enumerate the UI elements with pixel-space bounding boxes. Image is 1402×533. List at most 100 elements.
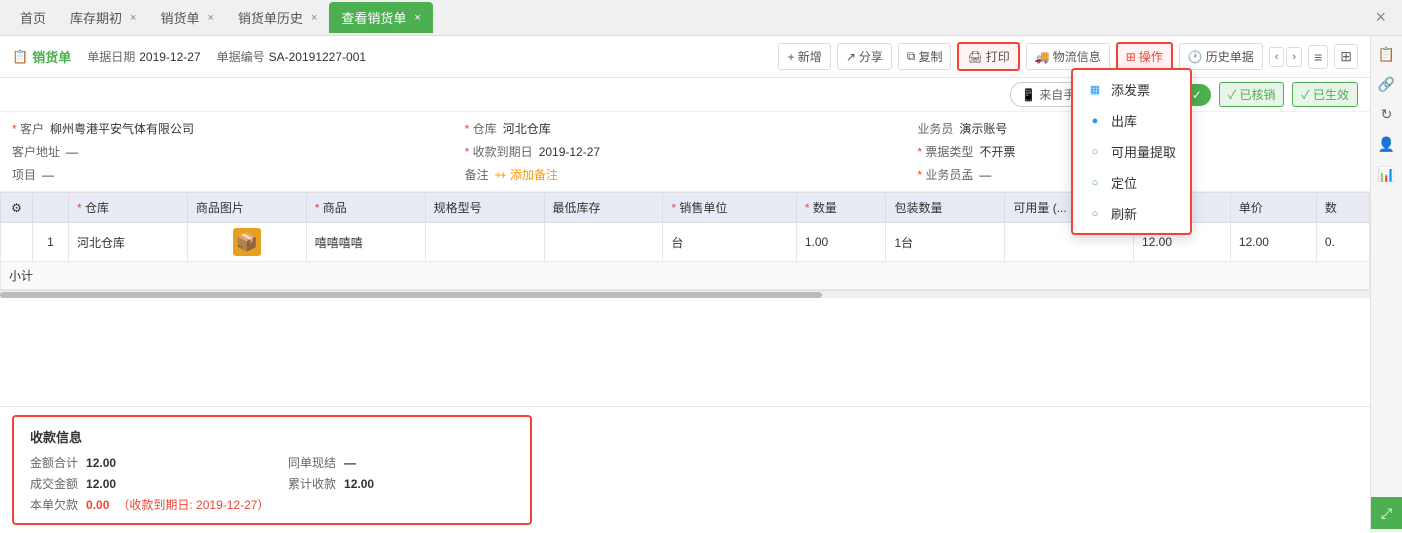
- project-label: 项目: [12, 166, 36, 183]
- close-view-sales[interactable]: ×: [414, 12, 420, 24]
- operations-dropdown: ▦ 添发票 ● 出库 ○ 可用量提取 ○ 定位 ○ 刷新: [1071, 68, 1192, 235]
- new-button[interactable]: + 新增: [778, 43, 830, 70]
- sold-button[interactable]: ✓ 已核销: [1219, 82, 1285, 107]
- row-product-cell: 嘻嘻嘻嘻: [306, 223, 425, 262]
- staff-label: 业务员: [917, 120, 953, 137]
- tab-stock-init[interactable]: 库存期初 ×: [58, 2, 148, 33]
- scroll-thumb[interactable]: [0, 292, 822, 298]
- outbound-item[interactable]: ● 出库: [1073, 105, 1190, 136]
- view-grid-button[interactable]: ⊞: [1334, 44, 1358, 69]
- row-settings-cell: [1, 223, 33, 262]
- arrears-row: 本单欠款 0.00 （收款到期日: 2019-12-27）: [30, 496, 514, 513]
- col-unit-price: 单价: [1230, 193, 1316, 223]
- address-label: 客户地址: [12, 143, 60, 160]
- customer-label: 客户: [12, 120, 44, 137]
- effective-button[interactable]: ✓ 已生效: [1292, 82, 1358, 107]
- tab-sales-history[interactable]: 销货单历史 ×: [226, 2, 329, 33]
- row-warehouse-cell: 河北仓库: [69, 223, 188, 262]
- print-button[interactable]: 🖨 打印: [957, 42, 1019, 71]
- right-sidebar: 📋 🔗 ↻ 👤 📊 ⤢: [1370, 36, 1402, 533]
- sidebar-expand-icon[interactable]: ⤢: [1371, 497, 1402, 529]
- add-invoice-icon: ▦: [1087, 82, 1103, 98]
- row-min-stock-cell: [544, 223, 663, 262]
- col-amount: 数: [1316, 193, 1369, 223]
- share-button[interactable]: ↗ 分享: [837, 43, 892, 70]
- window-close-button[interactable]: ×: [1367, 3, 1394, 32]
- doc-actions: + 新增 ↗ 分享 ⧉ 复制 🖨 打印 🚚 物流信息: [778, 42, 1358, 71]
- col-product: * 商品: [306, 193, 425, 223]
- logistics-button[interactable]: 🚚 物流信息: [1026, 43, 1110, 70]
- sidebar-refresh-icon[interactable]: ↻: [1373, 100, 1401, 128]
- history-button[interactable]: 🕐 历史单据: [1179, 43, 1263, 70]
- warehouse-field: 仓库 河北仓库: [465, 120, 906, 137]
- operations-button[interactable]: ⊞ 操作: [1116, 42, 1173, 71]
- payment-grid: 金额合计 12.00 同单现结 — 成交金额 12.00 累计收款 12.00: [30, 454, 514, 513]
- tab-bar: 首页 库存期初 × 销货单 × 销货单历史 × 查看销货单 × ×: [0, 0, 1402, 36]
- truck-icon: 🚚: [1035, 50, 1050, 64]
- row-img-cell: 📦: [187, 223, 306, 262]
- history-icon: 🕐: [1188, 50, 1203, 64]
- tab-sales-order[interactable]: 销货单 ×: [148, 2, 225, 33]
- payment-date-value: 2019-12-27: [539, 145, 600, 159]
- row-amount-cell: 0.: [1316, 223, 1369, 262]
- payment-date-field: 收款到期日 2019-12-27: [465, 143, 906, 160]
- horizontal-scrollbar[interactable]: [0, 290, 1370, 298]
- locate-item[interactable]: ○ 定位: [1073, 167, 1190, 198]
- customer-field: 客户 柳州粤港平安气体有限公司: [12, 120, 453, 137]
- available-qty-icon: ○: [1087, 144, 1103, 160]
- sidebar-user-icon[interactable]: 👤: [1373, 130, 1401, 158]
- locate-icon: ○: [1087, 175, 1103, 191]
- cumulative-row: 累计收款 12.00: [288, 475, 514, 492]
- sidebar-doc-icon[interactable]: 📋: [1373, 40, 1401, 68]
- col-product-img: 商品图片: [187, 193, 306, 223]
- tab-view-sales[interactable]: 查看销货单 ×: [329, 2, 432, 33]
- address-field: 客户地址 —: [12, 143, 453, 160]
- view-list-button[interactable]: ≡: [1308, 45, 1328, 69]
- customer-value: 柳州粤港平安气体有限公司: [50, 120, 194, 137]
- add-notes-button[interactable]: + + 添加备注: [495, 166, 558, 183]
- row-seq-cell: 1: [33, 223, 69, 262]
- nav-arrows: ‹ ›: [1269, 47, 1302, 67]
- transaction-row: 成交金额 12.00: [30, 475, 256, 492]
- add-invoice-item[interactable]: ▦ 添发票: [1073, 74, 1190, 105]
- row-unit-cell: 台: [663, 223, 797, 262]
- tab-home[interactable]: 首页: [8, 2, 58, 33]
- col-settings[interactable]: ⚙: [1, 193, 33, 223]
- next-button[interactable]: ›: [1286, 47, 1302, 67]
- close-stock-init[interactable]: ×: [130, 12, 136, 24]
- notes-label: 备注: [465, 166, 489, 183]
- sidebar-chart-icon[interactable]: 📊: [1373, 160, 1401, 188]
- col-pack-qty: 包装数量: [886, 193, 1005, 223]
- row-pack-qty-cell: 1台: [886, 223, 1005, 262]
- prev-button[interactable]: ‹: [1269, 47, 1285, 67]
- salesperson-label: 业务员孟: [917, 166, 973, 183]
- warehouse-value: 河北仓库: [503, 120, 551, 137]
- ticket-type-value: 不开票: [979, 143, 1015, 160]
- settlement-row: 同单现结 —: [288, 454, 514, 471]
- refresh-item[interactable]: ○ 刷新: [1073, 198, 1190, 229]
- print-icon: 🖨: [967, 50, 982, 64]
- salesperson-value: —: [979, 168, 991, 182]
- payment-info-box: 收款信息 金额合计 12.00 同单现结 — 成交金额 12.00: [12, 415, 532, 525]
- col-spec: 规格型号: [425, 193, 544, 223]
- doc-number: 单据编号 SA-20191227-001: [217, 48, 366, 65]
- doc-title: 📋 销货单: [12, 47, 71, 66]
- available-qty-item[interactable]: ○ 可用量提取: [1073, 136, 1190, 167]
- close-sales-history[interactable]: ×: [311, 12, 317, 24]
- warehouse-label: 仓库: [465, 120, 497, 137]
- subtotal-row: 小计: [1, 262, 1370, 290]
- sidebar-link-icon[interactable]: 🔗: [1373, 70, 1401, 98]
- payment-date-label: 收款到期日: [465, 143, 533, 160]
- col-qty: * 数量: [796, 193, 886, 223]
- copy-button[interactable]: ⧉ 复制: [898, 43, 952, 70]
- row-spec-cell: [425, 223, 544, 262]
- doc-date: 单据日期 2019-12-27: [87, 48, 200, 65]
- phone-icon: 📱: [1021, 88, 1036, 102]
- doc-icon: 📋: [12, 49, 28, 65]
- notes-field: 备注 + + 添加备注: [465, 166, 906, 183]
- close-sales-order[interactable]: ×: [207, 12, 213, 24]
- grid-icon: ⊞: [1126, 50, 1136, 64]
- project-field: 项目 —: [12, 166, 453, 183]
- total-amount-row: 金额合计 12.00: [30, 454, 256, 471]
- share-icon: ↗: [846, 50, 856, 64]
